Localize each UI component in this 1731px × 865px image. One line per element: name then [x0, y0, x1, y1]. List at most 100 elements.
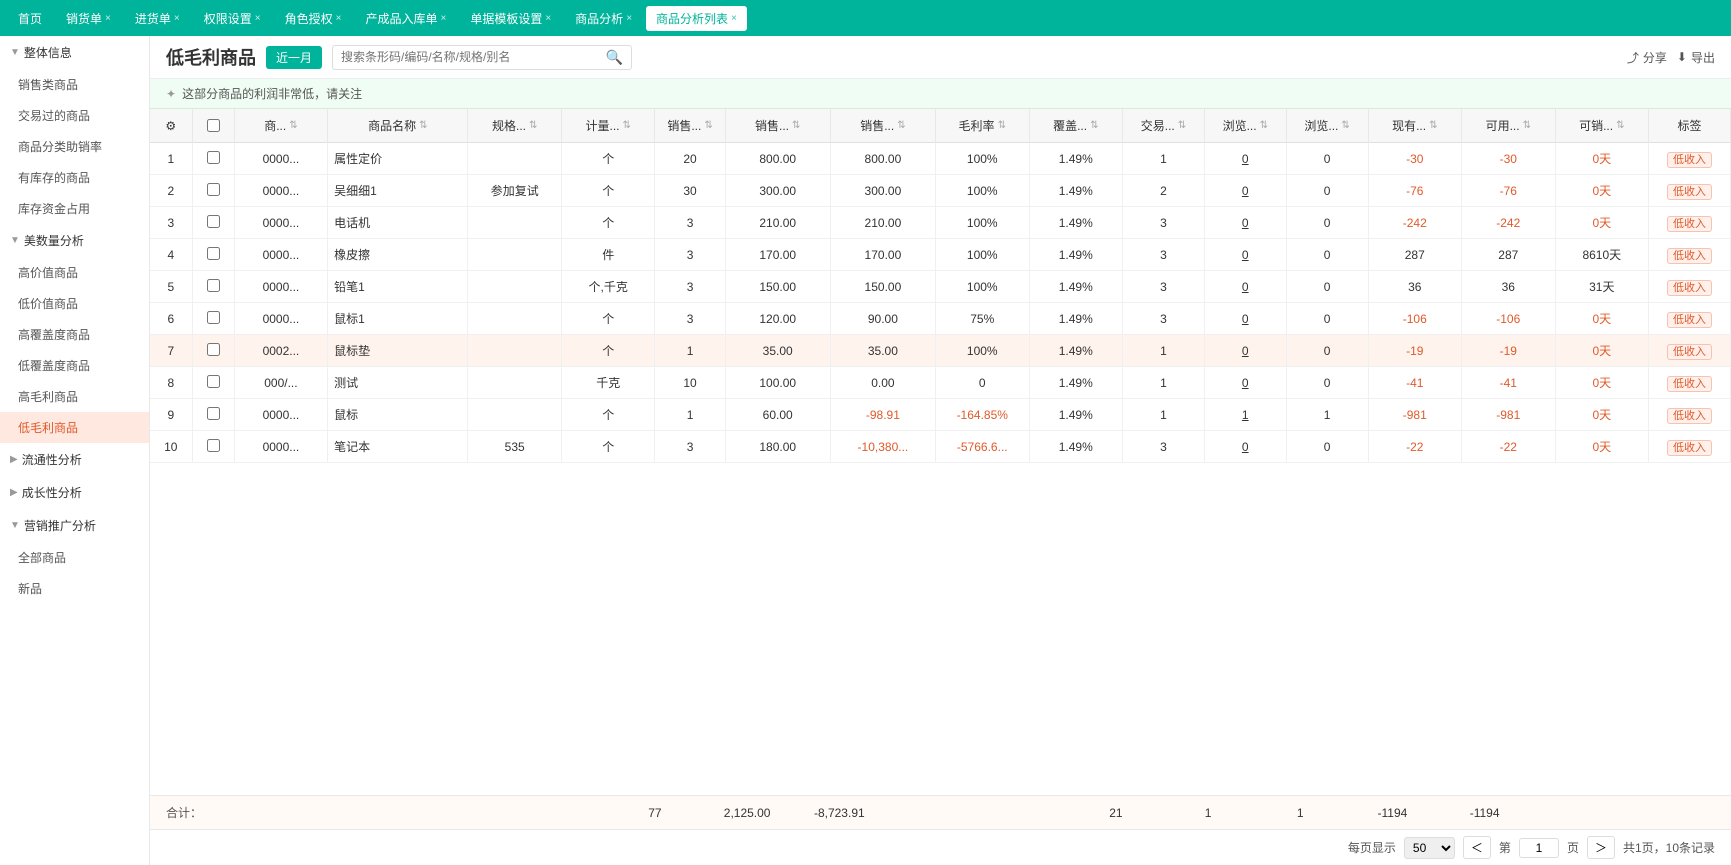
search-input[interactable]	[341, 50, 606, 64]
row-checkbox[interactable]	[207, 439, 220, 452]
row-checkbox[interactable]	[207, 343, 220, 356]
browse2-sort-icon[interactable]: ⇅	[1341, 120, 1349, 131]
cell-browse1[interactable]: 1	[1204, 399, 1286, 431]
row-checkbox[interactable]	[207, 183, 220, 196]
cell-browse1[interactable]: 0	[1204, 143, 1286, 175]
sidebar-item-in-stock-products[interactable]: 有库存的商品	[0, 162, 149, 193]
cell-checkbox[interactable]	[192, 335, 234, 367]
name-sort-icon[interactable]: ⇅	[419, 120, 427, 131]
sidebar-item-sales-products[interactable]: 销售类商品	[0, 69, 149, 100]
row-checkbox[interactable]	[207, 375, 220, 388]
sidebar-group-quantity-analysis[interactable]: ▼ 美数量分析	[0, 224, 149, 257]
cell-name[interactable]: 铅笔1	[328, 271, 468, 303]
sidebar-group-overall[interactable]: ▼ 整体信息	[0, 36, 149, 69]
cell-name[interactable]: 笔记本	[328, 431, 468, 463]
sidebar-item-new-products[interactable]: 新品	[0, 573, 149, 604]
cell-name[interactable]: 测试	[328, 367, 468, 399]
row-checkbox[interactable]	[207, 215, 220, 228]
cell-name[interactable]: 鼠标	[328, 399, 468, 431]
sidebar-item-low-value[interactable]: 低价值商品	[0, 288, 149, 319]
sidebar-item-all-products[interactable]: 全部商品	[0, 542, 149, 573]
unit-sort-icon[interactable]: ⇅	[623, 120, 631, 131]
code-sort-icon[interactable]: ⇅	[289, 120, 297, 131]
cell-name[interactable]: 吴细细1	[328, 175, 468, 207]
nav-home[interactable]: 首页	[8, 6, 52, 31]
cell-checkbox[interactable]	[192, 175, 234, 207]
col-settings[interactable]: ⚙	[150, 109, 192, 143]
cell-browse1[interactable]: 0	[1204, 175, 1286, 207]
search-icon[interactable]: 🔍	[606, 49, 623, 66]
cell-checkbox[interactable]	[192, 207, 234, 239]
row-checkbox[interactable]	[207, 247, 220, 260]
settings-icon[interactable]: ⚙	[165, 119, 176, 133]
sales-profit-sort-icon[interactable]: ⇅	[897, 120, 905, 131]
row-checkbox[interactable]	[207, 279, 220, 292]
table-container[interactable]: ⚙ 商...⇅ 商品名称⇅ 规格...⇅	[150, 109, 1731, 795]
cell-name[interactable]: 鼠标垫	[328, 335, 468, 367]
saleable-sort-icon[interactable]: ⇅	[1616, 120, 1624, 131]
prev-page-button[interactable]: ＜	[1463, 836, 1491, 859]
nav-purchase-order-close[interactable]: ×	[174, 13, 180, 24]
cell-name[interactable]: 属性定价	[328, 143, 468, 175]
sidebar-group-growth[interactable]: ▶ 成长性分析	[0, 476, 149, 509]
cell-browse1[interactable]: 0	[1204, 431, 1286, 463]
nav-template-settings-close[interactable]: ×	[545, 13, 551, 24]
sidebar-group-marketing[interactable]: ▼ 营销推广分析	[0, 509, 149, 542]
page-size-select[interactable]: 50 100	[1404, 837, 1455, 859]
sidebar-item-high-margin[interactable]: 高毛利商品	[0, 381, 149, 412]
nav-product-warehousing-close[interactable]: ×	[440, 13, 446, 24]
sidebar-item-low-coverage[interactable]: 低覆盖度商品	[0, 350, 149, 381]
spec-sort-icon[interactable]: ⇅	[529, 120, 537, 131]
cell-name[interactable]: 鼠标1	[328, 303, 468, 335]
available-sort-icon[interactable]: ⇅	[1523, 120, 1531, 131]
nav-role-auth-close[interactable]: ×	[336, 13, 342, 24]
sales-qty-sort-icon[interactable]: ⇅	[704, 120, 712, 131]
nav-role-auth[interactable]: 角色授权 ×	[275, 6, 352, 31]
nav-product-analysis-list-close[interactable]: ×	[731, 13, 737, 24]
share-button[interactable]: ⤴ 分享	[1627, 49, 1667, 66]
select-all-checkbox[interactable]	[207, 119, 220, 132]
sidebar-item-high-value[interactable]: 高价值商品	[0, 257, 149, 288]
nav-product-analysis-list[interactable]: 商品分析列表 ×	[646, 6, 747, 31]
cell-checkbox[interactable]	[192, 143, 234, 175]
search-box[interactable]: 🔍	[332, 45, 632, 70]
cell-checkbox[interactable]	[192, 271, 234, 303]
col-checkbox[interactable]	[192, 109, 234, 143]
cell-checkbox[interactable]	[192, 303, 234, 335]
nav-product-warehousing[interactable]: 产成品入库单 ×	[355, 6, 456, 31]
nav-template-settings[interactable]: 单据模板设置 ×	[460, 6, 561, 31]
nav-sales-order-close[interactable]: ×	[105, 13, 111, 24]
row-checkbox[interactable]	[207, 151, 220, 164]
gross-margin-sort-icon[interactable]: ⇅	[998, 120, 1006, 131]
sidebar-item-high-coverage[interactable]: 高覆盖度商品	[0, 319, 149, 350]
nav-permission-close[interactable]: ×	[255, 13, 261, 24]
cell-checkbox[interactable]	[192, 239, 234, 271]
nav-permission[interactable]: 权限设置 ×	[194, 6, 271, 31]
nav-product-analysis[interactable]: 商品分析 ×	[565, 6, 642, 31]
cell-browse1[interactable]: 0	[1204, 303, 1286, 335]
cell-browse1[interactable]: 0	[1204, 239, 1286, 271]
cell-checkbox[interactable]	[192, 367, 234, 399]
filter-recent-month-button[interactable]: 近一月	[266, 46, 322, 69]
cell-browse1[interactable]: 0	[1204, 271, 1286, 303]
cell-checkbox[interactable]	[192, 431, 234, 463]
coverage-sort-icon[interactable]: ⇅	[1090, 120, 1098, 131]
next-page-button[interactable]: ＞	[1587, 836, 1615, 859]
cell-name[interactable]: 电话机	[328, 207, 468, 239]
sidebar-item-traded-products[interactable]: 交易过的商品	[0, 100, 149, 131]
sidebar-item-inventory-capital[interactable]: 库存资金占用	[0, 193, 149, 224]
cell-browse1[interactable]: 0	[1204, 335, 1286, 367]
sales-amount-sort-icon[interactable]: ⇅	[792, 120, 800, 131]
current-stock-sort-icon[interactable]: ⇅	[1429, 120, 1437, 131]
sidebar-item-low-margin[interactable]: 低毛利商品	[0, 412, 149, 443]
row-checkbox[interactable]	[207, 311, 220, 324]
export-button[interactable]: ⬇ 导出	[1677, 49, 1715, 66]
cell-browse1[interactable]: 0	[1204, 367, 1286, 399]
transaction-sort-icon[interactable]: ⇅	[1178, 120, 1186, 131]
sidebar-item-product-category-rate[interactable]: 商品分类助销率	[0, 131, 149, 162]
cell-name[interactable]: 橡皮擦	[328, 239, 468, 271]
cell-checkbox[interactable]	[192, 399, 234, 431]
nav-product-analysis-close[interactable]: ×	[626, 13, 632, 24]
sidebar-group-liquidity[interactable]: ▶ 流通性分析	[0, 443, 149, 476]
nav-purchase-order[interactable]: 进货单 ×	[125, 6, 190, 31]
